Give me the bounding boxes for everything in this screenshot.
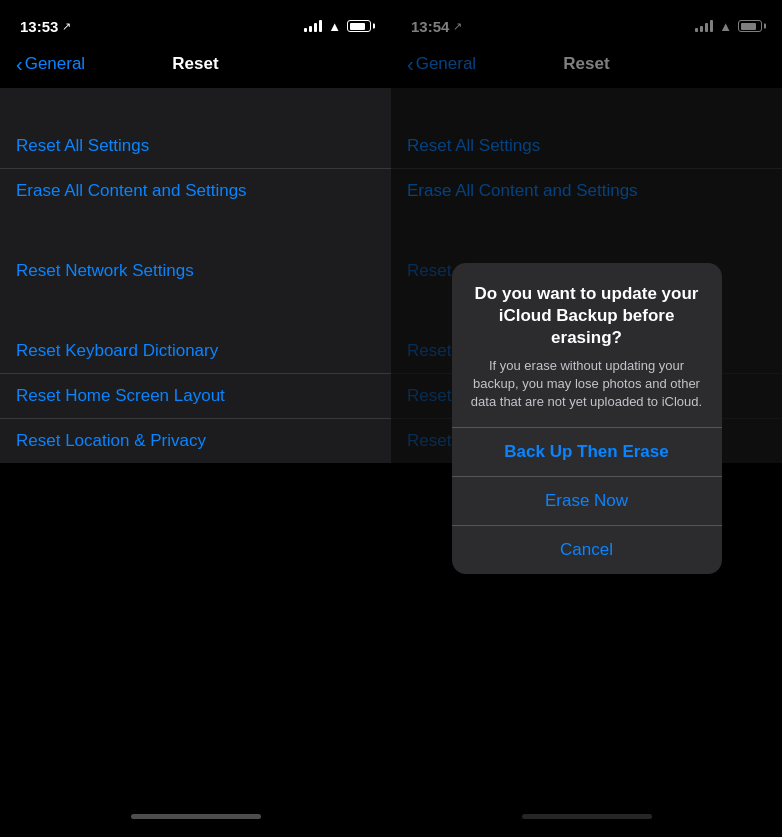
cancel-button[interactable]: Cancel bbox=[452, 526, 722, 574]
settings-group-3-left: Reset Keyboard Dictionary Reset Home Scr… bbox=[0, 329, 391, 463]
dialog-body: Do you want to update your iCloud Backup… bbox=[452, 263, 722, 428]
erase-now-button[interactable]: Erase Now bbox=[452, 477, 722, 526]
nav-bar-left: ‹ General Reset bbox=[0, 44, 391, 88]
list-item[interactable]: Erase All Content and Settings bbox=[0, 169, 391, 213]
wifi-icon-left: ▲ bbox=[328, 19, 341, 34]
dialog-title: Do you want to update your iCloud Backup… bbox=[468, 283, 706, 349]
alert-dialog: Do you want to update your iCloud Backup… bbox=[452, 263, 722, 575]
dialog-message: If you erase without updating your backu… bbox=[468, 357, 706, 412]
section-gap-3-left bbox=[0, 293, 391, 329]
list-item[interactable]: Reset Keyboard Dictionary bbox=[0, 329, 391, 374]
page-title-left: Reset bbox=[172, 54, 218, 74]
back-button-left[interactable]: ‹ General bbox=[16, 54, 85, 74]
time-left: 13:53 ↗ bbox=[20, 18, 71, 35]
location-icon-left: ↗ bbox=[62, 20, 71, 33]
left-phone: 13:53 ↗ ▲ ‹ General Reset bbox=[0, 0, 391, 837]
settings-list-left: Reset All Settings Erase All Content and… bbox=[0, 88, 391, 803]
status-bar-left: 13:53 ↗ ▲ bbox=[0, 0, 391, 44]
right-phone: 13:54 ↗ ▲ ‹ General Reset Re bbox=[391, 0, 782, 837]
list-item[interactable]: Reset Network Settings bbox=[0, 249, 391, 293]
list-item[interactable]: Reset All Settings bbox=[0, 124, 391, 169]
signal-icon-left bbox=[304, 20, 322, 32]
list-item[interactable]: Reset Location & Privacy bbox=[0, 419, 391, 463]
battery-icon-left bbox=[347, 20, 371, 32]
settings-group-2-left: Reset Network Settings bbox=[0, 249, 391, 293]
section-gap-1-left bbox=[0, 88, 391, 124]
dialog-actions: Back Up Then Erase Erase Now Cancel bbox=[452, 427, 722, 574]
backup-then-erase-button[interactable]: Back Up Then Erase bbox=[452, 428, 722, 477]
back-label-left: General bbox=[25, 54, 85, 74]
settings-group-1-left: Reset All Settings Erase All Content and… bbox=[0, 124, 391, 213]
home-indicator-left bbox=[0, 803, 391, 837]
status-icons-left: ▲ bbox=[304, 19, 371, 34]
list-item[interactable]: Reset Home Screen Layout bbox=[0, 374, 391, 419]
dialog-overlay: Do you want to update your iCloud Backup… bbox=[391, 0, 782, 837]
section-gap-2-left bbox=[0, 213, 391, 249]
